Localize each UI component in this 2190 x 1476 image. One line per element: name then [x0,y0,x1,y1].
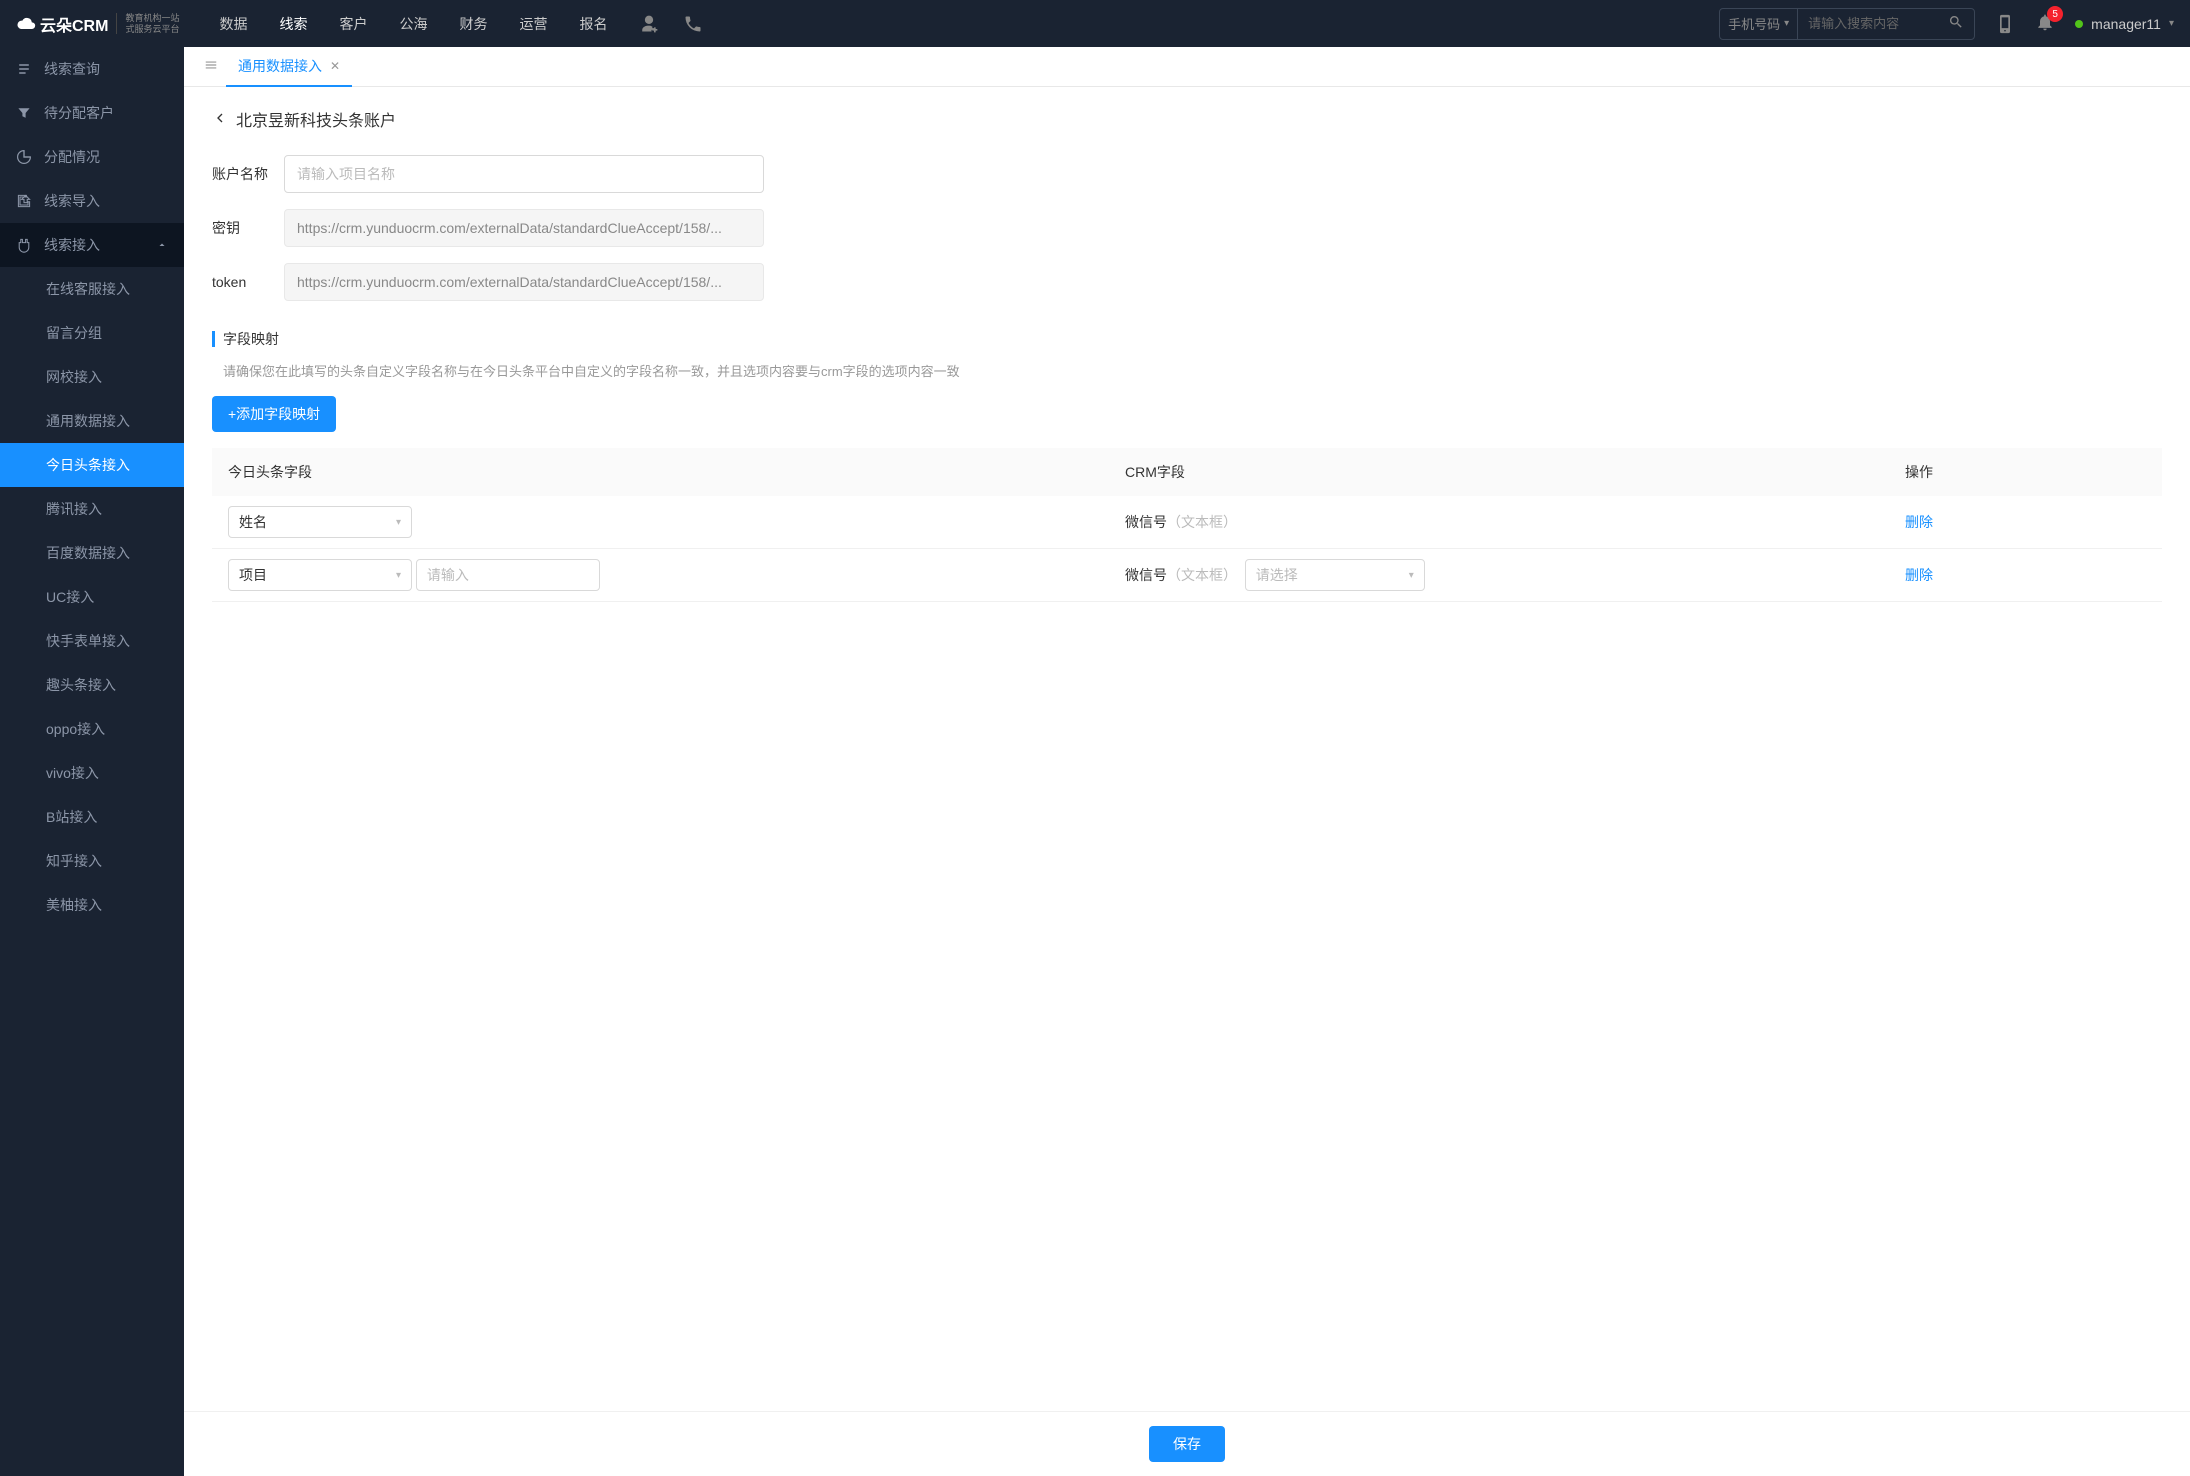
status-dot-icon [2075,20,2083,28]
search-group: 手机号码 ▾ [1719,8,1975,40]
header-icons [639,14,703,34]
doc-icon [16,61,32,77]
sidebar-item-线索导入[interactable]: 线索导入 [0,179,184,223]
sidebar-item-分配情况[interactable]: 分配情况 [0,135,184,179]
table-row: 项目▾ 微信号（文本框） 请选择▾ 删除 [212,549,2162,602]
phone-icon[interactable] [683,14,703,34]
delete-row-link[interactable]: 删除 [1905,514,1933,530]
nav-报名[interactable]: 报名 [579,14,607,34]
sidebar-subitem-今日头条接入[interactable]: 今日头条接入 [0,443,184,487]
tab-通用数据接入[interactable]: 通用数据接入✕ [226,47,352,87]
col-toutiao-field: 今日头条字段 [212,448,1109,496]
tab-close-icon[interactable]: ✕ [330,59,340,73]
back-button[interactable] [212,110,228,129]
export-icon [16,193,32,209]
user-menu[interactable]: manager11 ▾ [2075,16,2174,32]
sidebar-subitem-通用数据接入[interactable]: 通用数据接入 [0,399,184,443]
sidebar-subitem-在线客服接入[interactable]: 在线客服接入 [0,267,184,311]
page-content: 北京昱新科技头条账户 账户名称 密钥 token 字段映射 请确保您在此填写的头… [184,87,2190,1476]
sidebar: 线索查询待分配客户分配情况线索导入线索接入在线客服接入留言分组网校接入通用数据接… [0,47,184,1476]
sidebar-subitem-快手表单接入[interactable]: 快手表单接入 [0,619,184,663]
field-mapping-title: 字段映射 [212,329,2162,349]
search-icon [1948,14,1964,30]
chevron-up-icon [156,239,168,251]
toutiao-extra-input[interactable] [416,559,600,591]
top-header: 云朵CRM 教育机构一站 式服务云平台 数据 线索 客户 公海 财务 运营 报名 手机号码 … [0,0,2190,47]
sidebar-subitem-留言分组[interactable]: 留言分组 [0,311,184,355]
crm-field-hint: （文本框） [1167,514,1237,530]
sidebar-item-线索接入[interactable]: 线索接入 [0,223,184,267]
toutiao-field-select[interactable]: 项目▾ [228,559,412,591]
nav-线索[interactable]: 线索 [279,14,307,34]
crm-field-label: 微信号 [1125,567,1167,583]
breadcrumb: 北京昱新科技头条账户 [212,107,2162,131]
logo-subtitle: 教育机构一站 式服务云平台 [116,13,179,35]
page-title: 北京昱新科技头条账户 [236,107,396,131]
plug-icon [16,237,32,253]
sidebar-subitem-趣头条接入[interactable]: 趣头条接入 [0,663,184,707]
nav-公海[interactable]: 公海 [399,14,427,34]
chevron-left-icon [212,110,228,126]
chevron-down-icon: ▾ [2169,18,2174,29]
field-mapping-table: 今日头条字段 CRM字段 操作 姓名▾微信号（文本框）删除项目▾ 微信号（文本框… [212,448,2162,602]
sidebar-subitem-腾讯接入[interactable]: 腾讯接入 [0,487,184,531]
sidebar-subitem-oppo接入[interactable]: oppo接入 [0,707,184,751]
logo: 云朵CRM 教育机构一站 式服务云平台 [16,12,179,36]
field-mapping-help: 请确保您在此填写的头条自定义字段名称与在今日头条平台中自定义的字段名称一致，并且… [223,361,2162,380]
account-name-input[interactable] [284,155,764,193]
search-button[interactable] [1938,14,1974,33]
table-row: 姓名▾ 微信号（文本框） 删除 [212,496,2162,549]
token-label: token [212,274,284,290]
user-add-icon[interactable] [639,14,659,34]
crm-field-hint: （文本框） [1167,567,1237,583]
nav-客户[interactable]: 客户 [339,14,367,34]
filter-icon [16,105,32,121]
add-field-mapping-button[interactable]: +添加字段映射 [212,396,336,432]
toutiao-field-select[interactable]: 姓名▾ [228,506,412,538]
sidebar-subitem-百度数据接入[interactable]: 百度数据接入 [0,531,184,575]
top-nav: 数据 线索 客户 公海 财务 运营 报名 [219,14,607,34]
sidebar-subitem-vivo接入[interactable]: vivo接入 [0,751,184,795]
notification-bell[interactable]: 5 [2035,12,2055,35]
delete-row-link[interactable]: 删除 [1905,567,1933,583]
token-input[interactable] [284,263,764,301]
notification-badge: 5 [2047,6,2063,22]
chart-icon [16,149,32,165]
sidebar-subitem-网校接入[interactable]: 网校接入 [0,355,184,399]
col-crm-field: CRM字段 [1109,448,1889,496]
sidebar-subitem-知乎接入[interactable]: 知乎接入 [0,839,184,883]
sidebar-subitem-B站接入[interactable]: B站接入 [0,795,184,839]
username: manager11 [2091,16,2161,32]
mobile-icon[interactable] [1995,14,2015,34]
sidebar-item-线索查询[interactable]: 线索查询 [0,47,184,91]
col-action: 操作 [1889,448,2162,496]
nav-数据[interactable]: 数据 [219,14,247,34]
search-input[interactable] [1798,16,1938,31]
footer-bar: 保存 [184,1411,2190,1476]
sidebar-subitem-UC接入[interactable]: UC接入 [0,575,184,619]
tabs-collapse-icon[interactable] [196,58,226,75]
nav-财务[interactable]: 财务 [459,14,487,34]
crm-field-label: 微信号 [1125,514,1167,530]
search-type-select[interactable]: 手机号码 ▾ [1720,9,1798,39]
crm-field-select[interactable]: 请选择▾ [1245,559,1425,591]
account-name-label: 账户名称 [212,164,284,184]
nav-运营[interactable]: 运营 [519,14,547,34]
sidebar-subitem-美柚接入[interactable]: 美柚接入 [0,883,184,927]
save-button[interactable]: 保存 [1149,1426,1225,1462]
sidebar-item-待分配客户[interactable]: 待分配客户 [0,91,184,135]
tabs-bar: 通用数据接入✕ [184,47,2190,87]
secret-label: 密钥 [212,218,284,238]
secret-input[interactable] [284,209,764,247]
logo-text: 云朵CRM [16,12,108,36]
main-content: 通用数据接入✕ 北京昱新科技头条账户 账户名称 密钥 token [184,47,2190,1476]
